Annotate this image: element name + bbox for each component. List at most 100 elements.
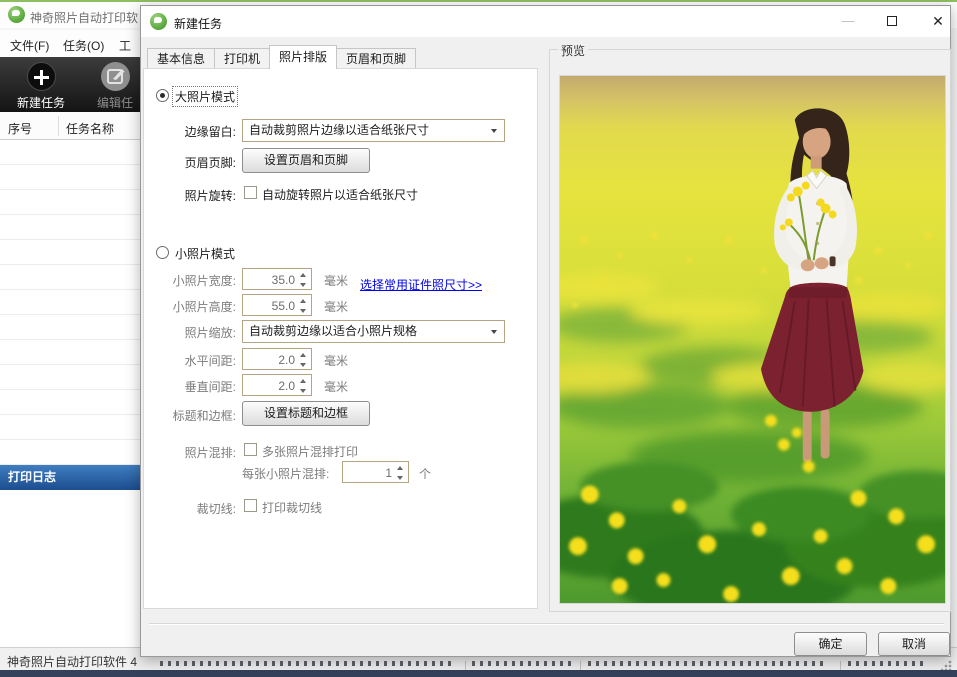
cutline-checkbox[interactable]: [244, 499, 257, 512]
spin-down-icon[interactable]: [300, 283, 306, 287]
table-row: [0, 315, 140, 340]
small-mode-radio[interactable]: [156, 246, 169, 259]
scale-select[interactable]: 自动裁剪边缘以适合小照片规格: [242, 320, 505, 343]
task-table: 序号 任务名称: [0, 112, 140, 465]
menu-tools[interactable]: 工: [119, 37, 131, 54]
print-log-area: [0, 490, 140, 647]
tab-photo-layout[interactable]: 照片排版: [269, 45, 337, 69]
table-row: [0, 415, 140, 440]
task-table-body: [0, 140, 140, 465]
table-row: [0, 440, 140, 465]
small-width-unit: 毫米: [324, 272, 348, 289]
tab-header-footer[interactable]: 页眉和页脚: [336, 48, 416, 69]
menubar: 文件(F) 任务(O) 工: [0, 30, 140, 57]
spin-down-icon[interactable]: [300, 363, 306, 367]
column-index: 序号: [8, 120, 32, 137]
hspace-unit: 毫米: [324, 352, 348, 369]
maximize-icon: [887, 16, 897, 26]
photo-layout-panel: 大照片模式 边缘留白: 自动裁剪照片边缘以适合纸张尺寸 页眉页脚: 设置页眉和页…: [143, 68, 538, 609]
new-task-dialog: 新建任务 — ✕ 基本信息 打印机 照片排版 页眉和页脚 大照片模式 边缘留白:…: [140, 5, 951, 657]
mix-checkbox-label[interactable]: 多张照片混排打印: [262, 443, 358, 460]
table-row: [0, 140, 140, 165]
app-logo-icon: [8, 6, 25, 23]
cancel-button[interactable]: 取消: [878, 632, 950, 656]
large-mode-radio[interactable]: [156, 89, 169, 102]
menu-task[interactable]: 任务(O): [63, 37, 104, 54]
tab-printer[interactable]: 打印机: [214, 48, 270, 69]
new-task-label: 新建任务: [6, 94, 76, 111]
vspace-label: 垂直间距:: [152, 378, 236, 395]
mix-per-spinner[interactable]: 1: [342, 461, 409, 483]
task-table-header: 序号 任务名称: [0, 112, 140, 140]
rotate-checkbox-label[interactable]: 自动旋转照片以适合纸张尺寸: [262, 186, 418, 203]
margin-select-value: 自动裁剪照片边缘以适合纸张尺寸: [249, 123, 429, 137]
table-row: [0, 215, 140, 240]
hspace-label: 水平间距:: [152, 352, 236, 369]
id-photo-size-link[interactable]: 选择常用证件照尺寸>>: [360, 276, 482, 293]
spin-up-icon[interactable]: [300, 353, 306, 357]
small-height-value: 55.0: [272, 299, 295, 313]
hspace-spinner[interactable]: 2.0: [242, 348, 312, 370]
dialog-app-icon: [150, 13, 167, 30]
cutline-checkbox-label[interactable]: 打印裁切线: [262, 499, 322, 516]
mix-per-value: 1: [385, 466, 392, 480]
edit-icon: [101, 62, 130, 91]
spin-up-icon[interactable]: [300, 299, 306, 303]
status-separator: [580, 661, 581, 670]
small-width-value: 35.0: [272, 273, 295, 287]
margin-select[interactable]: 自动裁剪照片边缘以适合纸张尺寸: [242, 119, 505, 142]
rotate-checkbox[interactable]: [244, 186, 257, 199]
set-header-footer-button[interactable]: 设置页眉和页脚: [242, 148, 370, 173]
preview-photo: [559, 75, 946, 604]
menu-file[interactable]: 文件(F): [10, 37, 49, 54]
small-height-label: 小照片高度:: [152, 298, 236, 315]
scale-select-value: 自动裁剪边缘以适合小照片规格: [249, 324, 417, 338]
status-separator: [465, 661, 466, 670]
table-row: [0, 290, 140, 315]
dialog-titlebar: 新建任务 — ✕: [141, 6, 950, 37]
status-app-version: 神奇照片自动打印软件 4: [7, 653, 140, 670]
close-button[interactable]: ✕: [917, 6, 957, 36]
margin-label: 边缘留白:: [152, 123, 236, 140]
small-height-unit: 毫米: [324, 298, 348, 315]
dialog-title: 新建任务: [174, 15, 222, 32]
header-footer-label: 页眉页脚:: [152, 154, 236, 171]
vspace-spinner[interactable]: 2.0: [242, 374, 312, 396]
spin-down-icon[interactable]: [300, 389, 306, 393]
minimize-button[interactable]: —: [827, 6, 869, 36]
small-height-spinner[interactable]: 55.0: [242, 294, 312, 316]
ok-button[interactable]: 确定: [794, 632, 867, 656]
spin-down-icon[interactable]: [397, 476, 403, 480]
mix-per-unit: 个: [419, 465, 431, 482]
mix-checkbox[interactable]: [244, 443, 257, 456]
clipped-status-text: [472, 661, 572, 666]
spin-up-icon[interactable]: [300, 379, 306, 383]
table-row: [0, 165, 140, 190]
spin-up-icon[interactable]: [300, 273, 306, 277]
mix-per-label: 每张小照片混排:: [242, 465, 329, 482]
new-task-button[interactable]: 新建任务: [6, 62, 76, 111]
table-row: [0, 390, 140, 415]
print-log-header: 打印日志: [0, 465, 140, 490]
chevron-down-icon: [491, 330, 497, 334]
mix-label: 照片混排:: [152, 444, 236, 461]
clipped-status-text: [160, 661, 455, 666]
set-title-border-button[interactable]: 设置标题和边框: [242, 401, 370, 426]
preview-groupbox: 预览: [549, 49, 951, 612]
maximize-button[interactable]: [871, 6, 913, 36]
clipped-status-text: [588, 661, 828, 666]
tab-basic-info[interactable]: 基本信息: [147, 48, 215, 69]
table-row: [0, 190, 140, 215]
main-window-title: 神奇照片自动打印软: [30, 9, 138, 26]
small-width-spinner[interactable]: 35.0: [242, 268, 312, 290]
chevron-down-icon: [491, 129, 497, 133]
table-row: [0, 365, 140, 390]
cutline-label: 裁切线:: [152, 500, 236, 517]
small-mode-label[interactable]: 小照片模式: [175, 245, 235, 262]
spin-down-icon[interactable]: [300, 309, 306, 313]
table-row: [0, 340, 140, 365]
large-mode-label[interactable]: 大照片模式: [173, 87, 237, 106]
rotate-label: 照片旋转:: [152, 187, 236, 204]
spin-up-icon[interactable]: [397, 466, 403, 470]
table-row: [0, 265, 140, 290]
